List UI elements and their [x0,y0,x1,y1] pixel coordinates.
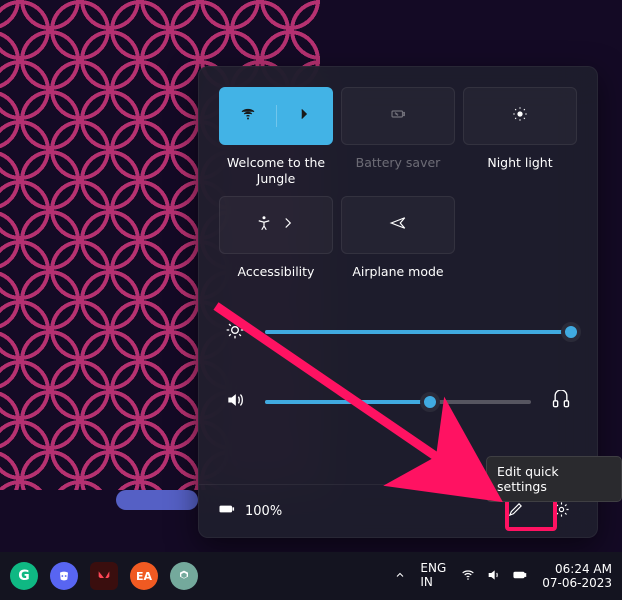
chevron-right-icon [295,105,313,127]
battery-percent: 100% [245,504,282,519]
taskbar[interactable]: G EA ENG IN 06:24 AM 07- [0,552,622,600]
brightness-icon [225,320,245,344]
quick-settings-tiles: Welcome to the Jungle Battery saver Nigh… [199,67,597,188]
volume-slider[interactable] [225,390,571,414]
taskbar-clock[interactable]: 06:24 AM 07-06-2023 [542,562,612,591]
system-tray[interactable] [460,567,528,586]
taskbar-app-discord[interactable] [50,562,78,590]
wifi-icon [239,105,257,127]
taskbar-app-ea[interactable]: EA [130,562,158,590]
volume-tray-icon[interactable] [486,567,502,586]
brightness-track[interactable] [265,330,571,334]
battery-saver-tile[interactable] [341,87,455,145]
night-light-label: Night light [463,155,577,187]
audio-output-icon[interactable] [551,390,571,414]
wifi-tray-icon[interactable] [460,567,476,586]
chevron-right-icon [279,214,297,236]
wifi-toggle[interactable] [220,105,276,127]
battery-status[interactable]: 100% [217,499,282,523]
edit-tooltip: Edit quick settings [486,456,622,502]
taskbar-app-chatgpt[interactable] [170,562,198,590]
airplane-mode-label: Airplane mode [341,264,455,296]
brightness-slider[interactable] [225,320,571,344]
wifi-tile[interactable] [219,87,333,145]
night-light-icon [511,105,529,127]
volume-track[interactable] [265,400,531,404]
battery-icon [217,499,237,523]
volume-icon [225,390,245,414]
accessibility-tile[interactable] [219,196,333,254]
accessibility-icon [255,214,273,236]
battery-tray-icon[interactable] [512,567,528,586]
battery-saver-icon [389,105,407,127]
taskbar-app-grammarly[interactable]: G [10,562,38,590]
wifi-expand[interactable] [276,105,333,127]
wifi-label: Welcome to the Jungle [219,155,333,188]
airplane-icon [389,214,407,236]
wallpaper-accent [116,490,198,510]
language-indicator[interactable]: ENG IN [420,562,446,590]
accessibility-label: Accessibility [219,264,333,296]
tray-overflow-button[interactable] [394,569,406,584]
taskbar-app-valorant[interactable] [90,562,118,590]
night-light-tile[interactable] [463,87,577,145]
airplane-mode-tile[interactable] [341,196,455,254]
battery-saver-label: Battery saver [341,155,455,187]
